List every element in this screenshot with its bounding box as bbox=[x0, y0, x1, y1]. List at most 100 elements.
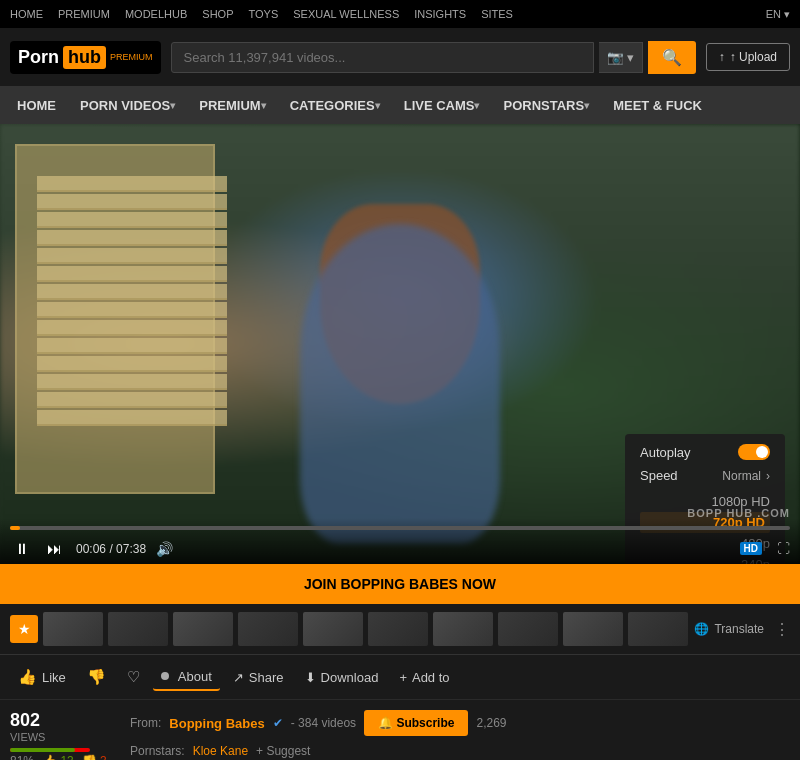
window-element bbox=[15, 144, 215, 494]
translate-button[interactable]: 🌐 Translate bbox=[694, 622, 764, 636]
language-selector[interactable]: EN ▾ bbox=[766, 8, 790, 21]
bell-icon: 🔔 bbox=[378, 716, 393, 730]
nav-categories-arrow: ▾ bbox=[375, 100, 380, 111]
main-navigation: HOME PORN VIDEOS ▾ PREMIUM ▾ CATEGORIES … bbox=[0, 86, 800, 124]
logo-porn-text: Porn bbox=[18, 47, 59, 68]
speed-value: Normal bbox=[722, 469, 761, 483]
top-nav-home[interactable]: HOME bbox=[10, 8, 43, 20]
like-button[interactable]: 👍 Like bbox=[10, 663, 74, 691]
more-options-icon[interactable]: ⋮ bbox=[774, 620, 790, 639]
favorite-star-button[interactable]: ★ bbox=[10, 615, 38, 643]
verified-icon: ✔ bbox=[273, 716, 283, 730]
logo-hub-text: hub bbox=[63, 46, 106, 69]
progress-bar[interactable] bbox=[10, 526, 790, 530]
thumbnail-5[interactable] bbox=[303, 612, 363, 646]
video-count: - 384 videos bbox=[291, 716, 356, 730]
nav-home[interactable]: HOME bbox=[5, 86, 68, 124]
play-pause-button[interactable]: ⏸ bbox=[10, 538, 33, 559]
channel-from-row: From: Bopping Babes ✔ - 384 videos 🔔 Sub… bbox=[130, 710, 790, 736]
nav-pornstars-arrow: ▾ bbox=[584, 100, 589, 111]
pornstars-label: Pornstars: bbox=[130, 744, 185, 758]
thumbnail-7[interactable] bbox=[433, 612, 493, 646]
rating-fill bbox=[10, 748, 75, 752]
nav-porn-videos[interactable]: PORN VIDEOS ▾ bbox=[68, 86, 187, 124]
upload-label: ↑ Upload bbox=[730, 50, 777, 64]
camera-icon: 📷 bbox=[607, 50, 624, 65]
thumbs-down-icon: 👎 bbox=[87, 668, 106, 686]
skip-button[interactable]: ⏭ bbox=[43, 538, 66, 559]
top-nav-sexual-wellness[interactable]: SEXUAL WELLNESS bbox=[293, 8, 399, 20]
thumbs-down-count: 👎 3 bbox=[82, 754, 107, 760]
share-label: Share bbox=[249, 670, 284, 685]
add-to-label: Add to bbox=[412, 670, 450, 685]
video-info-section: 802 VIEWS 81% 👍 13 👎 3 From: Bopping Bab… bbox=[0, 699, 800, 760]
upload-icon: ↑ bbox=[719, 50, 725, 64]
subscribe-button[interactable]: 🔔 Subscribe bbox=[364, 710, 468, 736]
subscriber-count: 2,269 bbox=[476, 716, 506, 730]
video-player[interactable]: Autoplay Speed Normal › 1080p HD 720p HD… bbox=[0, 124, 800, 564]
suggest-button[interactable]: + Suggest bbox=[256, 744, 310, 758]
search-icon: 🔍 bbox=[662, 49, 682, 66]
top-nav-insights[interactable]: INSIGHTS bbox=[414, 8, 466, 20]
camera-search-button[interactable]: 📷 ▾ bbox=[599, 42, 643, 73]
nav-meet-fuck[interactable]: MEET & FUCK bbox=[601, 86, 714, 124]
rating-bar bbox=[10, 748, 90, 752]
video-controls[interactable]: ⏸ ⏭ 00:06 / 07:38 🔊 HD ⛶ bbox=[0, 518, 800, 564]
from-label: From: bbox=[130, 716, 161, 730]
top-nav-shop[interactable]: SHOP bbox=[202, 8, 233, 20]
dislike-button[interactable]: 👎 bbox=[79, 663, 114, 691]
views-count: 802 bbox=[10, 710, 110, 731]
speed-label: Speed bbox=[640, 468, 678, 483]
add-icon: + bbox=[399, 670, 407, 685]
about-dot-icon bbox=[161, 672, 169, 680]
top-nav-toys[interactable]: TOYS bbox=[248, 8, 278, 20]
thumbnail-3[interactable] bbox=[173, 612, 233, 646]
upload-button[interactable]: ↑ ↑ Upload bbox=[706, 43, 790, 71]
search-input[interactable] bbox=[171, 42, 594, 73]
top-navigation: HOME PREMIUM MODELHUB SHOP TOYS SEXUAL W… bbox=[0, 0, 800, 28]
thumbnail-9[interactable] bbox=[563, 612, 623, 646]
pornstar-name-link[interactable]: Kloe Kane bbox=[193, 744, 248, 758]
thumbnail-4[interactable] bbox=[238, 612, 298, 646]
thumbnail-8[interactable] bbox=[498, 612, 558, 646]
autoplay-label: Autoplay bbox=[640, 445, 691, 460]
thumbnail-6[interactable] bbox=[368, 612, 428, 646]
logo-premium-label: PREMIUM bbox=[110, 52, 153, 62]
speed-arrow: › bbox=[766, 469, 770, 483]
about-label: About bbox=[178, 669, 212, 684]
heart-button[interactable]: ♡ bbox=[119, 663, 148, 691]
thumbnail-10[interactable] bbox=[628, 612, 688, 646]
fullscreen-button[interactable]: ⛶ bbox=[777, 541, 790, 556]
speed-value-row[interactable]: Normal › bbox=[722, 469, 770, 483]
site-header: Pornhub PREMIUM 📷 ▾ 🔍 ↑ ↑ Upload bbox=[0, 28, 800, 86]
thumbnail-1[interactable] bbox=[43, 612, 103, 646]
speed-row: Speed Normal › bbox=[640, 468, 770, 483]
top-nav-sites[interactable]: SITES bbox=[481, 8, 513, 20]
nav-premium[interactable]: PREMIUM ▾ bbox=[187, 86, 277, 124]
volume-button[interactable]: 🔊 bbox=[156, 541, 173, 557]
about-tab[interactable]: About bbox=[153, 664, 220, 691]
top-nav-premium[interactable]: PREMIUM bbox=[58, 8, 110, 20]
channel-name-link[interactable]: Bopping Babes bbox=[169, 716, 264, 731]
heart-icon: ♡ bbox=[127, 668, 140, 686]
site-logo[interactable]: Pornhub PREMIUM bbox=[10, 41, 161, 74]
star-icon: ★ bbox=[18, 621, 31, 637]
download-button[interactable]: ⬇ Download bbox=[297, 665, 387, 690]
search-button[interactable]: 🔍 bbox=[648, 41, 696, 74]
pornstar-row: Pornstars: Kloe Kane + Suggest bbox=[130, 744, 790, 758]
nav-categories[interactable]: CATEGORIES ▾ bbox=[278, 86, 392, 124]
thumbnail-2[interactable] bbox=[108, 612, 168, 646]
translate-label: Translate bbox=[714, 622, 764, 636]
share-button[interactable]: ↗ Share bbox=[225, 665, 292, 690]
rating-percent: 81% bbox=[10, 754, 34, 760]
time-display: 00:06 / 07:38 bbox=[76, 542, 146, 556]
autoplay-toggle[interactable] bbox=[738, 444, 770, 460]
nav-live-cams[interactable]: LIVE CAMS ▾ bbox=[392, 86, 492, 124]
nav-pornstars[interactable]: PORNSTARS ▾ bbox=[491, 86, 601, 124]
join-banner[interactable]: JOIN BOPPING BABES NOW bbox=[0, 564, 800, 604]
like-label: Like bbox=[42, 670, 66, 685]
top-nav-modelhub[interactable]: MODELHUB bbox=[125, 8, 187, 20]
progress-fill bbox=[10, 526, 20, 530]
add-to-button[interactable]: + Add to bbox=[391, 665, 457, 690]
thumbnails-strip: ★ 🌐 Translate ⋮ bbox=[0, 604, 800, 654]
